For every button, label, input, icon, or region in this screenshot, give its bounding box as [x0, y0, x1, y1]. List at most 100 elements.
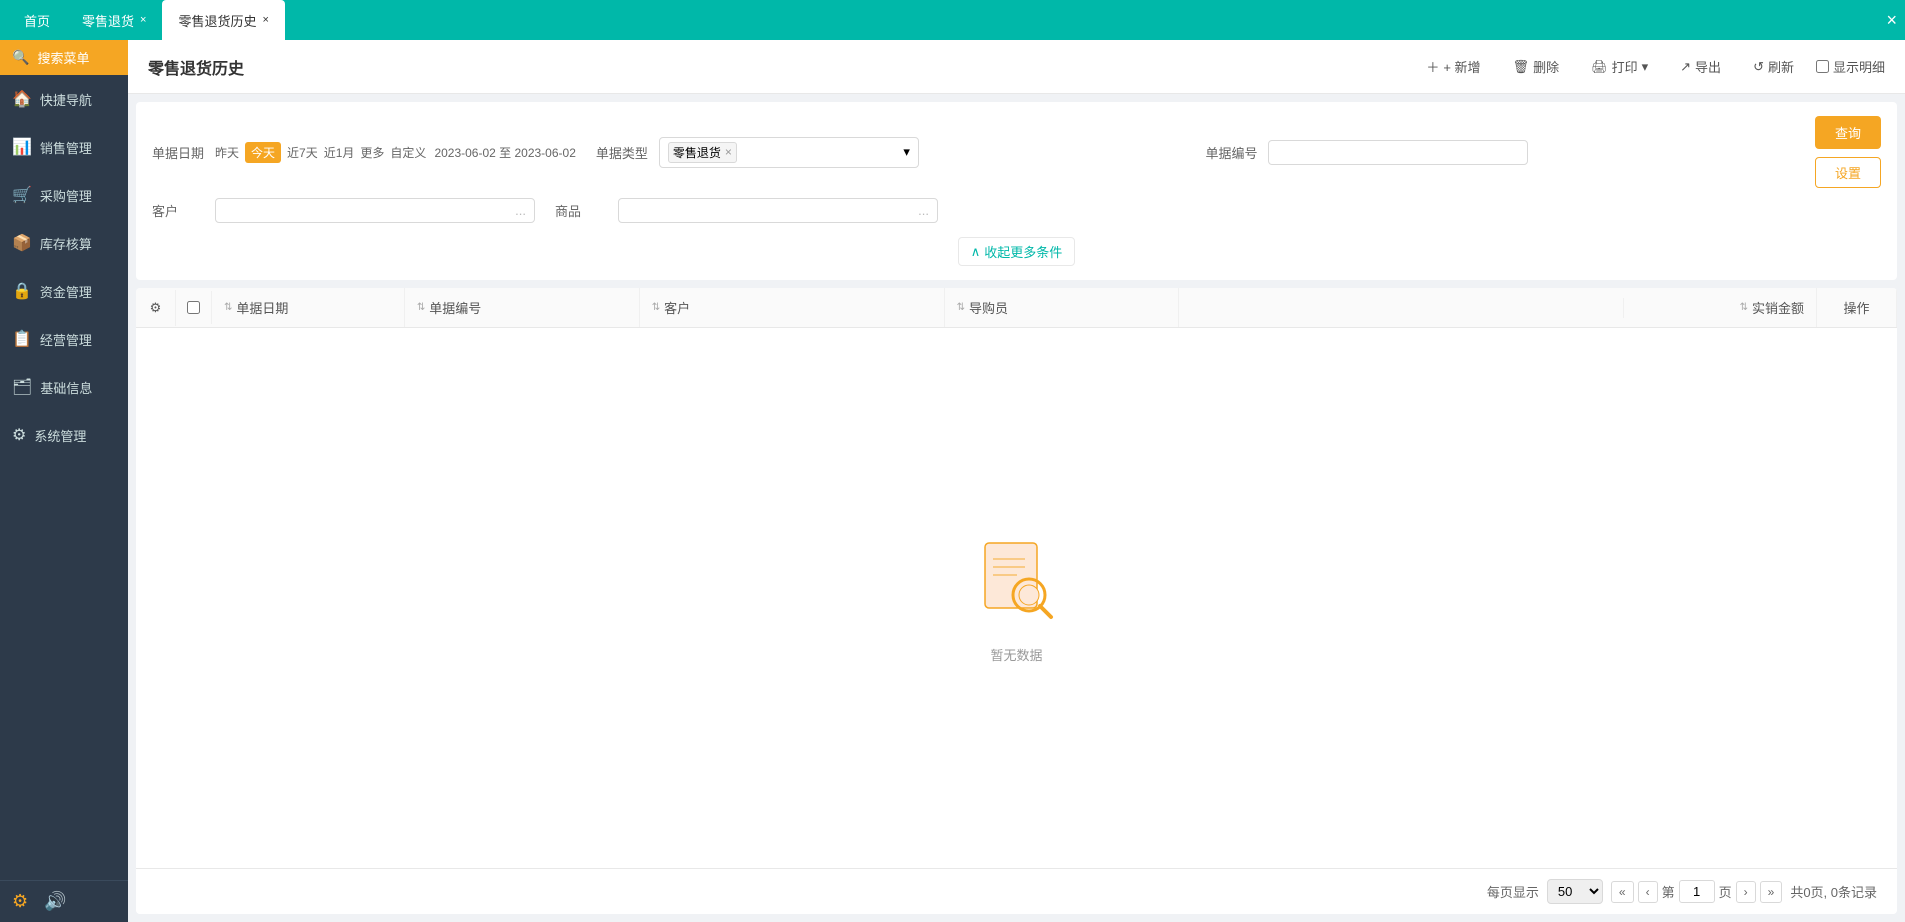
date-opt-yesterday[interactable]: 昨天 — [215, 144, 239, 161]
collapse-button[interactable]: ∧ 收起更多条件 — [958, 237, 1076, 266]
show-detail-label: 显示明细 — [1833, 57, 1885, 76]
page-size-label: 每页显示 — [1487, 882, 1539, 901]
refresh-button[interactable]: ↺ 刷新 — [1743, 52, 1804, 81]
sidebar-item-quick-nav[interactable]: 🏠 快捷导航 — [0, 75, 128, 123]
th-sn-label: 单据编号 — [429, 298, 481, 317]
settings-button[interactable]: 设置 — [1815, 157, 1881, 188]
collapse-up-icon: ∧ — [971, 244, 981, 260]
inventory-icon: 📦 — [12, 233, 32, 253]
sidebar-item-ops-mgmt[interactable]: 📋 经营管理 — [0, 315, 128, 363]
th-action-label: 操作 — [1844, 298, 1870, 317]
filter-type-select[interactable]: 零售退货 × ▾ — [659, 137, 919, 168]
search-icon: 🔍 — [12, 49, 29, 66]
filter-date-item: 单据日期 昨天 今天 近7天 近1月 更多 自定义 2023-06-02 至 2… — [152, 142, 576, 163]
tab-retail-return-history-label: 零售退货历史 — [178, 11, 256, 30]
sort-icon-guide: ⇅ — [957, 302, 965, 313]
page-total-info: 共0页, 0条记录 — [1790, 882, 1877, 901]
audio-icon[interactable]: 🔊 — [44, 891, 66, 912]
page-number-input[interactable] — [1679, 880, 1715, 903]
filter-type-value: 零售退货 — [673, 144, 721, 161]
date-options: 昨天 今天 近7天 近1月 更多 自定义 — [215, 142, 426, 163]
tab-retail-return[interactable]: 零售退货 × — [66, 0, 162, 40]
sidebar-item-basic-info-label: 基础信息 — [40, 378, 92, 397]
sidebar-item-ops-label: 经营管理 — [40, 330, 92, 349]
th-amount[interactable]: ⇅ 实销金额 — [1624, 288, 1817, 327]
print-button[interactable]: 🖨 打印 ▾ — [1581, 52, 1658, 81]
print-dropdown-icon: ▾ — [1642, 59, 1649, 75]
filter-type-dropdown-icon: ▾ — [903, 144, 910, 160]
sidebar-item-inventory[interactable]: 📦 库存核算 — [0, 219, 128, 267]
page-input-prefix: 第 — [1662, 882, 1675, 901]
filter-goods-ellipsis: ... — [918, 203, 929, 218]
tab-retail-return-close[interactable]: × — [140, 14, 146, 26]
ops-icon: 📋 — [12, 329, 32, 349]
filter-customer-item: 客户 ... — [152, 198, 535, 223]
export-button[interactable]: ↗ 导出 — [1670, 52, 1731, 81]
th-action: 操作 — [1817, 288, 1897, 327]
tab-retail-return-label: 零售退货 — [82, 11, 134, 30]
next-page-button[interactable]: › — [1736, 881, 1756, 903]
th-guide[interactable]: ⇅ 导购员 — [945, 288, 1180, 327]
page-input-suffix: 页 — [1719, 882, 1732, 901]
select-all-checkbox[interactable] — [187, 301, 200, 314]
export-label: 导出 — [1695, 57, 1721, 76]
date-opt-more[interactable]: 更多 — [360, 144, 384, 161]
add-button[interactable]: ＋ + 新增 — [1416, 52, 1490, 81]
table-header: ⚙ ⇅ 单据日期 ⇅ 单据编号 ⇅ 客户 — [136, 288, 1897, 328]
empty-text-label: 暂无数据 — [990, 645, 1042, 664]
column-settings-icon[interactable]: ⚙ — [150, 300, 162, 316]
sidebar-item-sales-mgmt[interactable]: 📊 销售管理 — [0, 123, 128, 171]
sidebar-item-finance[interactable]: 🔒 资金管理 — [0, 267, 128, 315]
sidebar-item-finance-label: 资金管理 — [40, 282, 92, 301]
add-label: + 新增 — [1443, 57, 1480, 76]
th-space — [1179, 298, 1624, 318]
prev-page-button[interactable]: ‹ — [1638, 881, 1658, 903]
th-settings[interactable]: ⚙ — [136, 290, 176, 326]
sys-icon: ⚙ — [12, 425, 26, 445]
tab-retail-return-history[interactable]: 零售退货历史 × — [162, 0, 284, 40]
page-nav: « ‹ 第 页 › » — [1611, 880, 1782, 903]
delete-label: 删除 — [1533, 57, 1559, 76]
filter-sn-input[interactable] — [1268, 140, 1528, 165]
filter-customer-ellipsis: ... — [515, 203, 526, 218]
date-opt-1month[interactable]: 近1月 — [324, 144, 355, 161]
th-customer[interactable]: ⇅ 客户 — [640, 288, 945, 327]
query-button[interactable]: 查询 — [1815, 116, 1881, 149]
filter-goods-select[interactable]: ... — [618, 198, 938, 223]
date-opt-today[interactable]: 今天 — [245, 142, 281, 163]
search-menu-button[interactable]: 🔍 搜索菜单 — [0, 40, 128, 75]
filter-row-2: 客户 ... 商品 ... — [152, 198, 1881, 223]
filter-type-tag-close[interactable]: × — [725, 145, 732, 159]
sidebar-item-quick-nav-label: 快捷导航 — [40, 90, 92, 109]
date-opt-custom[interactable]: 自定义 — [390, 144, 426, 161]
filter-customer-label: 客户 — [152, 201, 207, 220]
th-checkbox[interactable] — [176, 291, 212, 324]
settings-gear-icon[interactable]: ⚙ — [12, 891, 28, 912]
page-size-select[interactable]: 50 100 200 — [1547, 879, 1603, 904]
show-detail-checkbox[interactable] — [1816, 60, 1829, 73]
refresh-label: 刷新 — [1768, 57, 1794, 76]
sort-icon-date: ⇅ — [224, 302, 232, 313]
sidebar-item-sys-mgmt[interactable]: ⚙ 系统管理 — [0, 411, 128, 459]
window-close-button[interactable]: × — [1886, 10, 1897, 31]
tab-retail-return-history-close[interactable]: × — [262, 14, 268, 26]
delete-button[interactable]: 🗑 删除 — [1503, 52, 1570, 81]
filter-row-1: 单据日期 昨天 今天 近7天 近1月 更多 自定义 2023-06-02 至 2… — [152, 116, 1881, 188]
tab-home[interactable]: 首页 — [8, 0, 66, 40]
sidebar: 🔍 搜索菜单 🏠 快捷导航 📊 销售管理 🛒 采购管理 📦 库存核算 🔒 资金管… — [0, 40, 128, 922]
search-menu-label: 搜索菜单 — [37, 48, 89, 67]
first-page-button[interactable]: « — [1611, 881, 1634, 903]
th-date[interactable]: ⇅ 单据日期 — [212, 288, 405, 327]
sidebar-item-basic-info[interactable]: 🗂 基础信息 — [0, 363, 128, 411]
export-icon: ↗ — [1680, 59, 1691, 75]
sidebar-item-purchase-mgmt[interactable]: 🛒 采购管理 — [0, 171, 128, 219]
last-page-button[interactable]: » — [1760, 881, 1783, 903]
filter-date-label: 单据日期 — [152, 143, 207, 162]
show-detail-checkbox-label[interactable]: 显示明细 — [1816, 57, 1885, 76]
filter-customer-select[interactable]: ... — [215, 198, 535, 223]
th-sn[interactable]: ⇅ 单据编号 — [405, 288, 640, 327]
main-layout: 🔍 搜索菜单 🏠 快捷导航 📊 销售管理 🛒 采购管理 📦 库存核算 🔒 资金管… — [0, 40, 1905, 922]
date-opt-7days[interactable]: 近7天 — [287, 144, 318, 161]
empty-state: 暂无数据 — [136, 328, 1897, 868]
print-icon: 🖨 — [1591, 59, 1608, 75]
